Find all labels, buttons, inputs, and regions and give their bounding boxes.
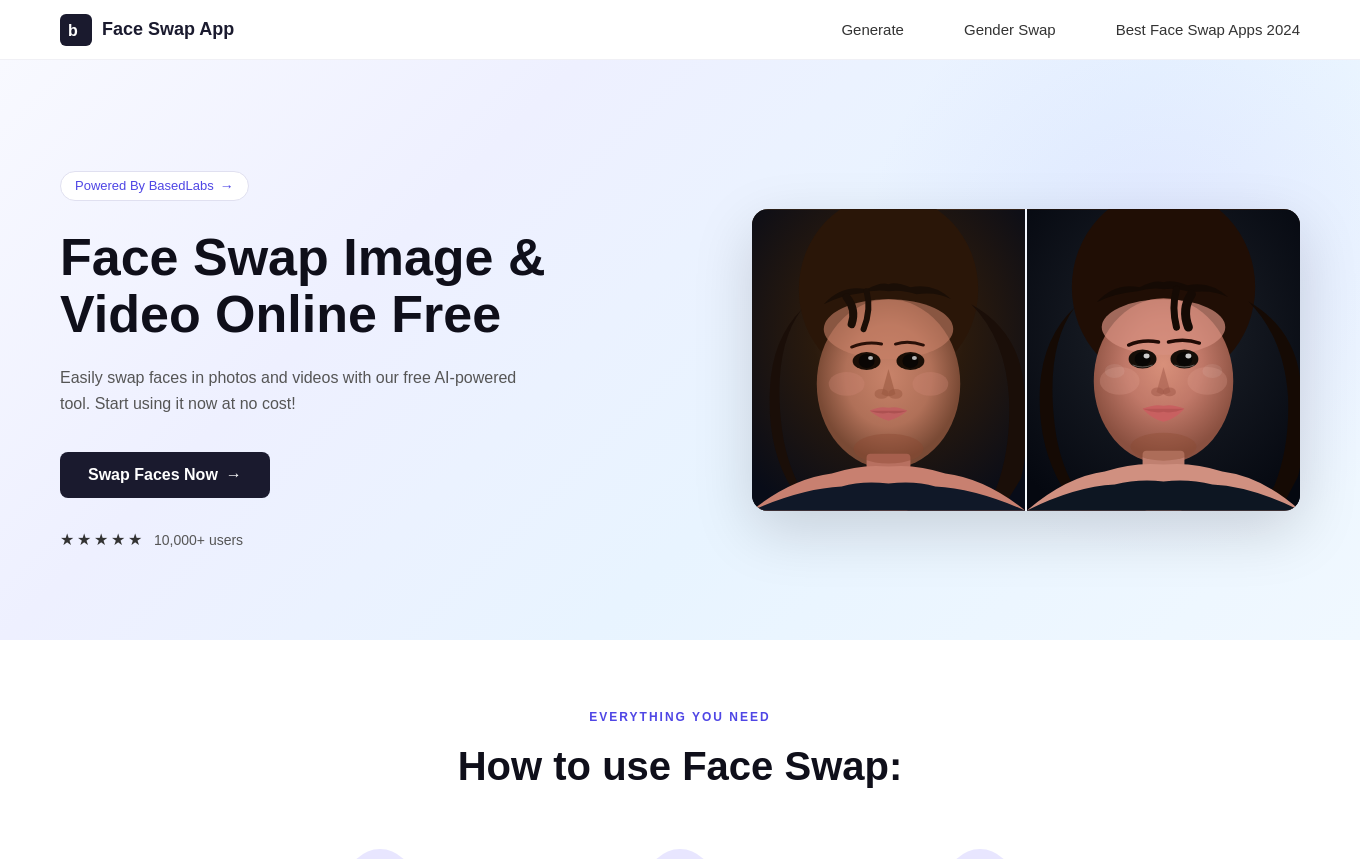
svg-point-30 xyxy=(1163,387,1176,396)
star-4: ★ xyxy=(111,530,125,549)
svg-point-29 xyxy=(1151,387,1164,396)
stars-area: ★ ★ ★ ★ ★ 10,000+ users xyxy=(60,530,620,549)
svg-text:b: b xyxy=(68,22,78,39)
star-1: ★ xyxy=(60,530,74,549)
star-3: ★ xyxy=(94,530,108,549)
hero-subtitle: Easily swap faces in photos and videos w… xyxy=(60,365,540,416)
hero-content: Powered By BasedLabs → Face Swap Image &… xyxy=(60,171,620,550)
main-nav: Generate Gender Swap Best Face Swap Apps… xyxy=(841,21,1300,38)
face-panel-left xyxy=(752,209,1025,511)
nav-gender-swap[interactable]: Gender Swap xyxy=(964,21,1056,38)
logo-text: Face Swap App xyxy=(102,19,234,40)
svg-point-33 xyxy=(1105,364,1125,378)
nav-best-apps[interactable]: Best Face Swap Apps 2024 xyxy=(1116,21,1300,38)
svg-point-11 xyxy=(868,356,873,360)
steps-row: 1. Upload Photo 2. Swap Faces 3. Downloa… xyxy=(60,849,1300,859)
step-circle-3: 3. xyxy=(948,849,1012,859)
features-section: EVERYTHING YOU NEED How to use Face Swap… xyxy=(0,640,1360,859)
svg-point-9 xyxy=(859,354,875,368)
svg-point-14 xyxy=(889,389,903,399)
svg-point-28 xyxy=(1185,354,1191,359)
nav-generate[interactable]: Generate xyxy=(841,21,904,38)
cta-arrow-icon: → xyxy=(226,466,242,484)
star-2: ★ xyxy=(77,530,91,549)
comparison-divider xyxy=(1025,209,1027,511)
svg-point-15 xyxy=(829,372,865,396)
cta-label: Swap Faces Now xyxy=(88,466,218,484)
step-item-2: 2. Swap Faces xyxy=(570,849,790,859)
header: b Face Swap App Generate Gender Swap Bes… xyxy=(0,0,1360,60)
swap-faces-button[interactable]: Swap Faces Now → xyxy=(60,452,270,498)
face-panel-right xyxy=(1027,209,1300,511)
svg-point-22 xyxy=(1102,299,1226,355)
svg-point-17 xyxy=(854,434,924,464)
hero-title-line2: Video Online Free xyxy=(60,285,501,343)
hero-title: Face Swap Image & Video Online Free xyxy=(60,229,620,343)
powered-badge[interactable]: Powered By BasedLabs → xyxy=(60,171,249,201)
logo-area[interactable]: b Face Swap App xyxy=(60,14,234,46)
svg-point-27 xyxy=(1144,354,1150,359)
step-circle-1: 1. xyxy=(348,849,412,859)
hero-section: Powered By BasedLabs → Face Swap Image &… xyxy=(0,60,1360,640)
svg-point-34 xyxy=(1202,364,1222,378)
svg-point-6 xyxy=(824,299,954,359)
svg-point-10 xyxy=(902,354,918,368)
svg-point-12 xyxy=(912,356,917,360)
powered-badge-text: Powered By BasedLabs xyxy=(75,178,214,193)
step-circle-2: 2. xyxy=(648,849,712,859)
step-item-3: 3. Download xyxy=(870,849,1090,859)
svg-point-16 xyxy=(912,372,948,396)
step-item-1: 1. Upload Photo xyxy=(270,849,490,859)
section-title: How to use Face Swap: xyxy=(60,744,1300,789)
section-eyebrow: EVERYTHING YOU NEED xyxy=(60,710,1300,724)
svg-point-35 xyxy=(1131,433,1197,461)
svg-point-13 xyxy=(875,389,889,399)
star-5: ★ xyxy=(128,530,142,549)
star-rating: ★ ★ ★ ★ ★ xyxy=(60,530,142,549)
badge-arrow: → xyxy=(220,178,234,194)
users-count: 10,000+ users xyxy=(154,532,243,548)
hero-image-container xyxy=(620,209,1300,511)
logo-icon: b xyxy=(60,14,92,46)
face-comparison xyxy=(752,209,1300,511)
hero-title-line1: Face Swap Image & xyxy=(60,228,546,286)
